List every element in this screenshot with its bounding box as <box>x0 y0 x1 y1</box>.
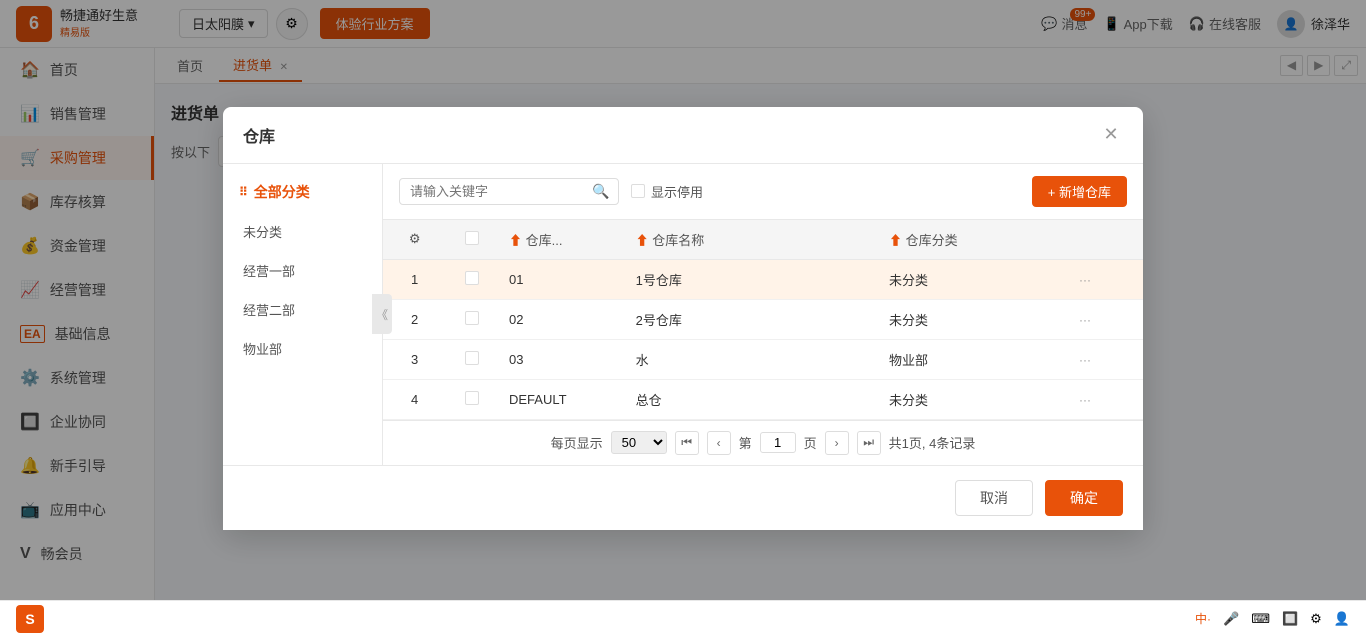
row-category: 未分类 <box>877 379 1067 419</box>
modal-sidebar: ⠿ 全部分类 未分类 经营一部 经营二部 物业部 《 <box>223 164 383 465</box>
row-code: 02 <box>497 299 624 339</box>
row-num: 3 <box>383 339 446 379</box>
row-checkbox-cell[interactable] <box>446 259 497 299</box>
modal-overlay: 仓库 ✕ ⠿ 全部分类 未分类 经营一部 经营二部 <box>0 0 1366 636</box>
modal-main: 🔍 显示停用 + 新增仓库 ⚙ <box>383 164 1143 465</box>
first-page-button[interactable]: ⏮ <box>675 431 699 455</box>
show-disabled-checkbox[interactable] <box>631 184 645 198</box>
row-checkbox-cell[interactable] <box>446 299 497 339</box>
show-disabled-label[interactable]: 显示停用 <box>631 182 703 201</box>
row-actions[interactable]: ··· <box>1067 379 1143 419</box>
row-num: 1 <box>383 259 446 299</box>
prev-page-button[interactable]: ‹ <box>707 431 731 455</box>
row-name: 1号仓库 <box>624 259 877 299</box>
confirm-button[interactable]: 确定 <box>1045 480 1123 516</box>
search-box[interactable]: 🔍 <box>399 178 619 205</box>
modal-body: ⠿ 全部分类 未分类 经营一部 经营二部 物业部 《 <box>223 164 1143 465</box>
chinese-input-icon[interactable]: 中· <box>1195 610 1211 627</box>
table-row[interactable]: 2 02 2号仓库 未分类 ··· <box>383 299 1143 339</box>
cancel-button[interactable]: 取消 <box>955 480 1033 516</box>
row-checkbox-cell[interactable] <box>446 339 497 379</box>
row-name: 水 <box>624 339 877 379</box>
table-row[interactable]: 3 03 水 物业部 ··· <box>383 339 1143 379</box>
row-actions[interactable]: ··· <box>1067 259 1143 299</box>
sort-icon-cat: ⬆ <box>889 233 902 248</box>
col-header-actions <box>1067 220 1143 260</box>
table-header-row: ⚙ ⬆ 仓库... ⬆ <box>383 220 1143 260</box>
row-num: 4 <box>383 379 446 419</box>
sort-icon-name: ⬆ <box>636 233 649 248</box>
row-category: 未分类 <box>877 299 1067 339</box>
per-page-select[interactable]: 50 100 <box>611 431 667 454</box>
page-label2: 页 <box>804 433 817 452</box>
page-label: 第 <box>739 433 752 452</box>
modal-all-category[interactable]: ⠿ 全部分类 <box>223 172 382 212</box>
row-code: 01 <box>497 259 624 299</box>
select-all-checkbox[interactable] <box>465 231 479 245</box>
row-code: 03 <box>497 339 624 379</box>
total-info: 共1页, 4条记录 <box>889 433 976 452</box>
pagination-bar: 每页显示 50 100 ⏮ ‹ 第 页 › ⏭ 共1页, 4条记录 <box>383 420 1143 465</box>
sort-icon: ⬆ <box>509 233 522 248</box>
show-disabled-text: 显示停用 <box>651 182 703 201</box>
brand-logo: S <box>16 605 44 633</box>
row-actions[interactable]: ··· <box>1067 339 1143 379</box>
row-checkbox-cell[interactable] <box>446 379 497 419</box>
row-code: DEFAULT <box>497 379 624 419</box>
warehouse-modal: 仓库 ✕ ⠿ 全部分类 未分类 经营一部 经营二部 <box>223 107 1143 530</box>
modal-table-wrap: ⚙ ⬆ 仓库... ⬆ <box>383 220 1143 420</box>
bottom-icons: 中· 🎤 ⌨ 🔲 ⚙ 👤 <box>1195 610 1350 627</box>
modal-title: 仓库 <box>243 123 275 147</box>
table-row[interactable]: 1 01 1号仓库 未分类 ··· <box>383 259 1143 299</box>
screen-icon[interactable]: 🔲 <box>1282 611 1298 627</box>
col-header-name: ⬆ 仓库名称 <box>624 220 877 260</box>
last-page-button[interactable]: ⏭ <box>857 431 881 455</box>
category-uncategorized[interactable]: 未分类 <box>223 212 382 251</box>
search-icon: 🔍 <box>592 183 609 200</box>
table-row[interactable]: 4 DEFAULT 总仓 未分类 ··· <box>383 379 1143 419</box>
keyboard-icon[interactable]: ⌨ <box>1251 611 1270 627</box>
grid-icon: ⠿ <box>239 185 248 199</box>
bottom-bar: S 中· 🎤 ⌨ 🔲 ⚙ 👤 <box>0 600 1366 636</box>
add-warehouse-button[interactable]: + 新增仓库 <box>1032 176 1127 207</box>
category-property[interactable]: 物业部 <box>223 329 382 368</box>
row-category: 未分类 <box>877 259 1067 299</box>
row-num: 2 <box>383 299 446 339</box>
row-name: 2号仓库 <box>624 299 877 339</box>
settings-tray-icon[interactable]: ⚙ <box>1310 611 1322 627</box>
gear-icon[interactable]: ⚙ <box>409 231 421 246</box>
category-operations1[interactable]: 经营一部 <box>223 251 382 290</box>
row-actions[interactable]: ··· <box>1067 299 1143 339</box>
user-tray-icon[interactable]: 👤 <box>1334 611 1350 627</box>
next-page-button[interactable]: › <box>825 431 849 455</box>
col-header-code: ⬆ 仓库... <box>497 220 624 260</box>
row-name: 总仓 <box>624 379 877 419</box>
col-header-check <box>446 220 497 260</box>
modal-header: 仓库 ✕ <box>223 107 1143 164</box>
modal-actions: 取消 确定 <box>223 465 1143 530</box>
search-input[interactable] <box>410 184 586 199</box>
row-category: 物业部 <box>877 339 1067 379</box>
category-operations2[interactable]: 经营二部 <box>223 290 382 329</box>
per-page-label: 每页显示 <box>551 433 603 452</box>
sidebar-collapse-button[interactable]: 《 <box>372 294 392 334</box>
page-number-input[interactable] <box>760 432 796 453</box>
all-category-label: 全部分类 <box>254 182 310 202</box>
col-header-category: ⬆ 仓库分类 <box>877 220 1067 260</box>
col-header-gear: ⚙ <box>383 220 446 260</box>
mic-icon[interactable]: 🎤 <box>1223 611 1239 627</box>
modal-search-toolbar: 🔍 显示停用 + 新增仓库 <box>383 164 1143 220</box>
modal-close-button[interactable]: ✕ <box>1099 123 1123 147</box>
warehouse-table: ⚙ ⬆ 仓库... ⬆ <box>383 220 1143 420</box>
